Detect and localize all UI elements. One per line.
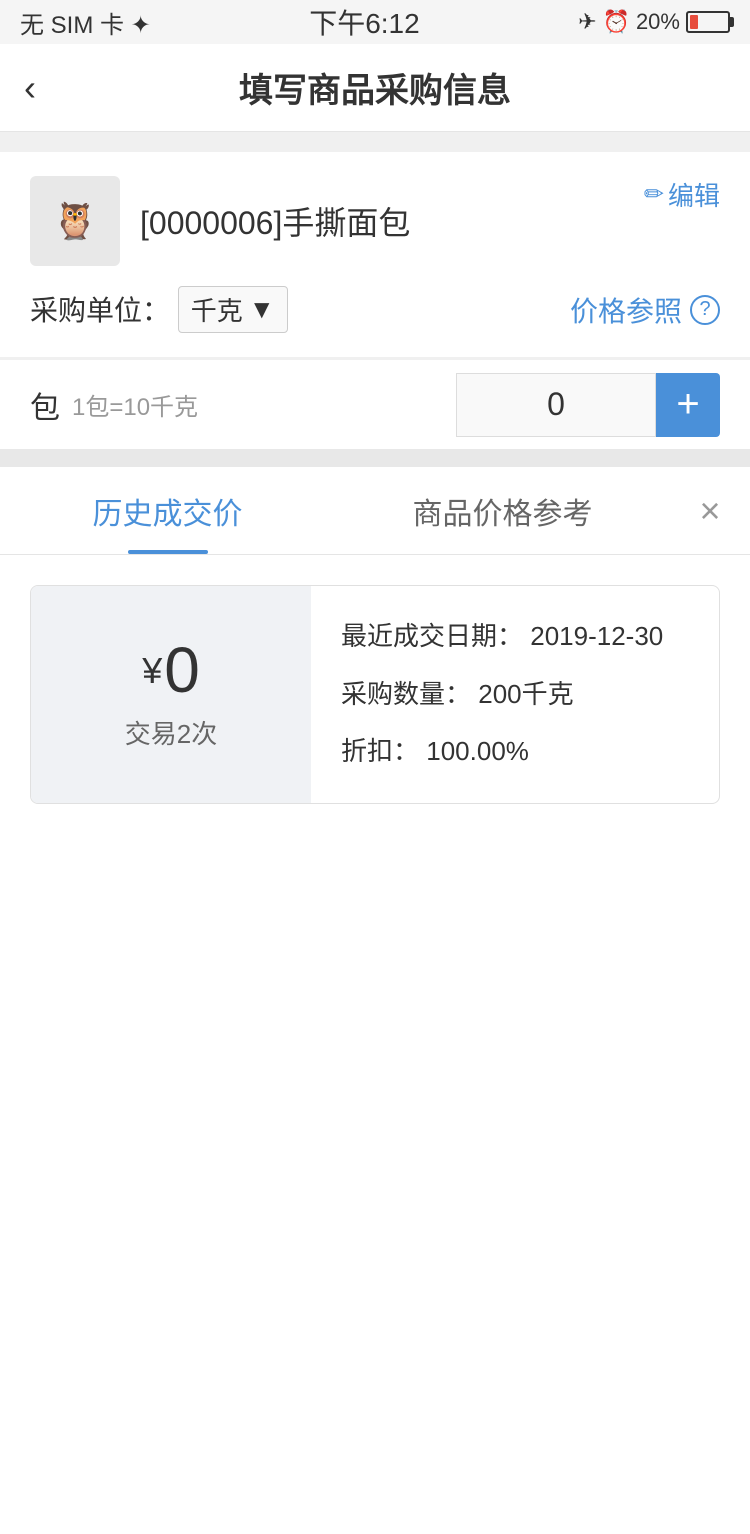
- section-separator: [0, 449, 750, 467]
- price-number: 0: [164, 638, 200, 702]
- product-thumbnail: 🦉: [30, 176, 120, 266]
- battery-percent: 20%: [636, 9, 680, 35]
- tabs-close-button[interactable]: ×: [670, 467, 750, 554]
- product-section: 🦉 [0000006]手撕面包 ✏ 编辑 采购单位： 千克 ▼ 价格参照 ?: [0, 152, 750, 357]
- status-bar: 无 SIM 卡 ✦ 下午6:12 ✈ ⏰ 20%: [0, 0, 750, 44]
- price-amount: ¥ 0: [142, 638, 200, 702]
- price-right-panel: 最近成交日期： 2019-12-30 采购数量： 200千克 折扣： 100.0…: [311, 586, 719, 803]
- price-trade-count: 交易2次: [125, 714, 217, 751]
- product-image-icon: 🦉: [53, 200, 98, 242]
- back-button[interactable]: ‹: [24, 67, 36, 109]
- page-title: 填写商品采购信息: [239, 63, 511, 112]
- price-recent-date: 最近成交日期： 2019-12-30: [341, 616, 689, 658]
- quantity-label: 包 1包=10千克: [30, 383, 198, 427]
- status-left: 无 SIM 卡 ✦: [20, 5, 151, 40]
- status-right: ✈ ⏰ 20%: [578, 9, 730, 35]
- edit-button[interactable]: ✏ 编辑: [644, 176, 720, 213]
- nav-bar: ‹ 填写商品采购信息: [0, 44, 750, 132]
- tabs-header: 历史成交价 商品价格参考 ×: [0, 467, 750, 555]
- sim-label: 无 SIM 卡 ✦: [20, 5, 151, 40]
- quantity-unit-note: 1包=10千克: [72, 387, 198, 422]
- product-left: 🦉 [0000006]手撕面包: [30, 176, 410, 266]
- battery-icon: [686, 11, 730, 33]
- price-currency: ¥: [142, 650, 162, 692]
- product-unit-row: 采购单位： 千克 ▼ 价格参照 ?: [30, 286, 720, 333]
- tab-price-reference[interactable]: 商品价格参考: [335, 467, 670, 554]
- product-name: [0000006]手撕面包: [140, 198, 410, 244]
- product-header: 🦉 [0000006]手撕面包 ✏ 编辑: [30, 176, 720, 266]
- price-card: ¥ 0 交易2次 最近成交日期： 2019-12-30 采购数量： 200千克 …: [30, 585, 720, 804]
- quantity-plus-button[interactable]: +: [656, 373, 720, 437]
- price-discount: 折扣： 100.00%: [341, 731, 689, 773]
- price-content: ¥ 0 交易2次 最近成交日期： 2019-12-30 采购数量： 200千克 …: [0, 555, 750, 834]
- quantity-input[interactable]: [456, 373, 656, 437]
- alarm-icon: ⏰: [603, 9, 630, 35]
- tab-history-price[interactable]: 历史成交价: [0, 467, 335, 554]
- edit-icon: ✏: [644, 180, 664, 209]
- unit-section: 采购单位： 千克 ▼: [30, 286, 288, 333]
- nav-icon: ✈: [578, 9, 596, 35]
- price-left-panel: ¥ 0 交易2次: [31, 586, 311, 803]
- unit-dropdown[interactable]: 千克 ▼: [178, 286, 288, 333]
- tabs-section: 历史成交价 商品价格参考 × ¥ 0 交易2次 最近成交日期： 2019-12-…: [0, 467, 750, 1534]
- white-content-area: [0, 834, 750, 1534]
- help-icon: ?: [690, 295, 720, 325]
- quantity-controls: +: [456, 373, 720, 437]
- quantity-section: 包 1包=10千克 +: [0, 359, 750, 449]
- price-purchase-qty: 采购数量： 200千克: [341, 674, 689, 716]
- price-reference-button[interactable]: 价格参照 ?: [570, 290, 720, 330]
- status-time: 下午6:12: [309, 2, 420, 42]
